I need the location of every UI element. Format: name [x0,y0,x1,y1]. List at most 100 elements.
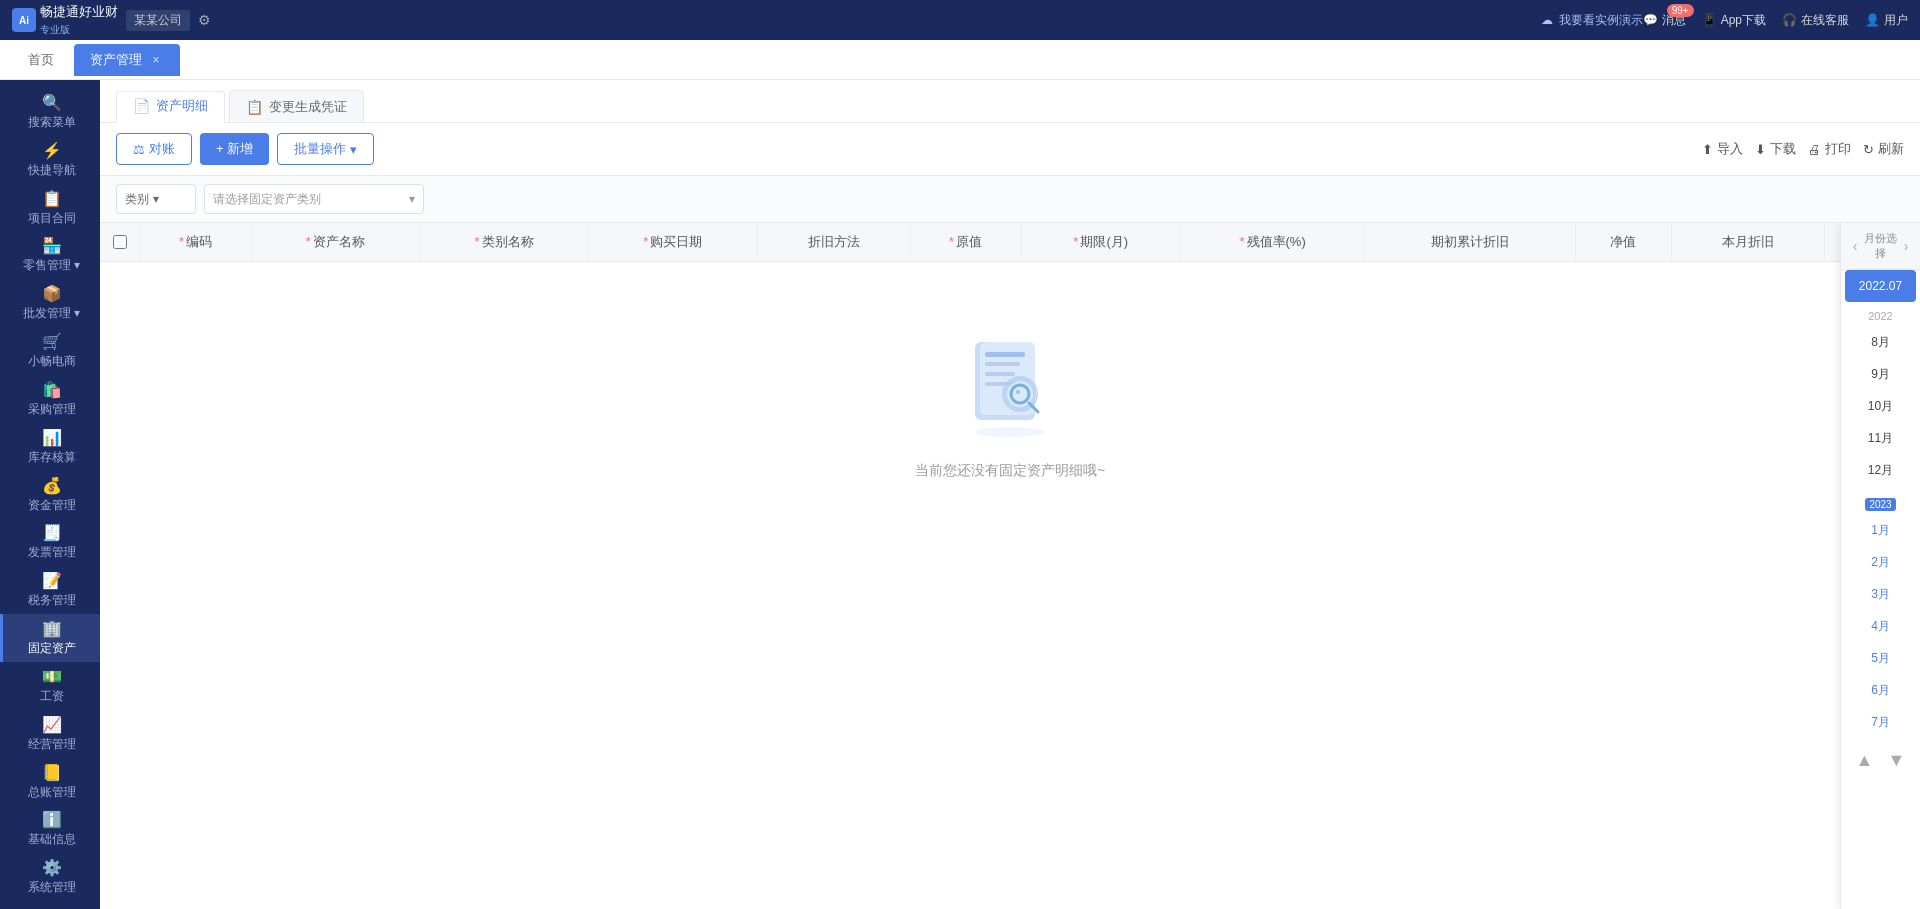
month-item-2023-7[interactable]: 7月 [1841,706,1920,738]
reconcile-button[interactable]: ⚖ 对账 [116,133,192,165]
add-label: + 新增 [216,140,253,158]
th-residual-rate: *残值率(%) [1180,223,1365,262]
sub-tab-asset-detail[interactable]: 📄 资产明细 [116,91,225,123]
svg-point-11 [1016,390,1020,394]
sidebar-item-project[interactable]: 📋 项目合同 [0,184,100,232]
month-next-btn[interactable]: › [1898,236,1914,256]
print-action[interactable]: 🖨 打印 [1808,140,1851,158]
sidebar-item-search[interactable]: 🔍 搜索菜单 [0,88,100,136]
sidebar-item-inner-tax: 📝 税务管理 [28,571,76,609]
tab-home[interactable]: 首页 [12,44,70,76]
tab-bar: 首页 资产管理 × [0,40,1920,80]
app-download-btn[interactable]: 📱 App下载 [1702,12,1766,29]
sidebar-item-inner-quick-nav: ⚡ 快捷导航 [28,141,76,179]
current-year-badge: 2023 [1865,498,1895,511]
sidebar-label-retail: 零售管理 ▾ [23,257,80,274]
refresh-action[interactable]: ↻ 刷新 [1863,140,1904,158]
sidebar-item-wholesale[interactable]: 📦 批发管理 ▾ [0,279,100,327]
tab-asset-management[interactable]: 资产管理 × [74,44,180,76]
sidebar-item-ecommerce[interactable]: 🛒 小畅电商 [0,327,100,375]
sidebar-item-inner-wholesale: 📦 批发管理 ▾ [23,284,80,322]
filter-bar: 类别 ▾ 请选择固定资产类别 ▾ [100,176,1920,223]
month-item-2022-12[interactable]: 12月 [1841,454,1920,486]
sidebar-item-finance[interactable]: 💰 资金管理 [0,471,100,519]
sub-tab-change-voucher[interactable]: 📋 变更生成凭证 [229,90,364,122]
tab-close-icon[interactable]: × [148,52,164,68]
selected-month-text: 2022.07 [1859,279,1902,293]
online-service-btn[interactable]: 🎧 在线客服 [1782,12,1849,29]
company-name[interactable]: 某某公司 [126,10,190,31]
basic-info-icon: ℹ️ [42,810,62,829]
sidebar-item-inner-system: ⚙️ 系统管理 [28,858,76,896]
month-item-2022-11[interactable]: 11月 [1841,422,1920,454]
refresh-icon: ↻ [1863,142,1874,157]
top-bar-left: Ai 畅捷通好业财 专业版 某某公司 ⚙ [12,3,1541,37]
month-item-selected[interactable]: 2022.07 [1845,270,1916,302]
sidebar-item-fixed-asset[interactable]: 🏢 固定资产 [0,614,100,662]
sidebar-label-purchase: 采购管理 [28,401,76,418]
import-label: 导入 [1717,140,1743,158]
sub-tab-change-voucher-label: 变更生成凭证 [269,98,347,116]
table-container: *编码 *资产名称 *类别名称 *购买日期 折旧方法 *原值 *期限(月) *残… [100,223,1920,909]
sidebar-label-system: 系统管理 [28,879,76,896]
select-all-checkbox[interactable] [113,235,127,249]
sidebar-item-purchase[interactable]: 🛍️ 采购管理 [0,375,100,423]
month-item-2023-4[interactable]: 4月 [1841,610,1920,642]
sidebar-item-basic-info[interactable]: ℹ️ 基础信息 [0,805,100,853]
th-checkbox [100,223,140,262]
user-name: 用户 [1884,12,1908,29]
month-item-2023-3[interactable]: 3月 [1841,578,1920,610]
sidebar-item-system[interactable]: ⚙️ 系统管理 [0,853,100,901]
sidebar-item-general-ledger[interactable]: 📒 总账管理 [0,758,100,806]
download-action[interactable]: ⬇ 下载 [1755,140,1796,158]
month-item-2022-10[interactable]: 10月 [1841,390,1920,422]
sidebar-item-inner-retail: 🏪 零售管理 ▾ [23,236,80,274]
import-action[interactable]: ⬆ 导入 [1702,140,1743,158]
top-bar-right: 💬 消息 99+ 📱 App下载 🎧 在线客服 👤 用户 [1643,12,1908,29]
sidebar-item-operation[interactable]: 📈 经营管理 [0,710,100,758]
month-item-2022-8[interactable]: 8月 [1841,326,1920,358]
month-item-2023-2[interactable]: 2月 [1841,546,1920,578]
month-up-btn[interactable]: ▲ [1855,750,1875,770]
inventory-icon: 📊 [42,428,62,447]
batch-button[interactable]: 批量操作 ▾ [277,133,374,165]
settings-icon[interactable]: ⚙ [198,12,211,28]
company-area[interactable]: 某某公司 ⚙ [126,10,211,31]
th-code: *编码 [140,223,251,262]
search-menu-icon: 🔍 [42,93,62,112]
month-item-2023-5[interactable]: 5月 [1841,642,1920,674]
add-button[interactable]: + 新增 [200,133,269,165]
demo-text: 我要看实例演示 [1559,12,1643,29]
asset-tab-label: 资产管理 [90,51,142,69]
asset-table: *编码 *资产名称 *类别名称 *购买日期 折旧方法 *原值 *期限(月) *残… [100,223,1920,262]
category-input[interactable]: 请选择固定资产类别 ▾ [204,184,424,214]
asset-detail-icon: 📄 [133,98,150,114]
sidebar-item-invoice[interactable]: 🧾 发票管理 [0,518,100,566]
month-item-2023-6[interactable]: 6月 [1841,674,1920,706]
demo-link[interactable]: ☁ 我要看实例演示 [1541,12,1643,29]
sidebar-item-retail[interactable]: 🏪 零售管理 ▾ [0,231,100,279]
sidebar-item-inner-operation: 📈 经营管理 [28,715,76,753]
sidebar-item-inner-inventory: 📊 库存核算 [28,428,76,466]
month-prev-btn[interactable]: ‹ [1847,236,1863,256]
sidebar-label-ecommerce: 小畅电商 [28,353,76,370]
sidebar-item-tax[interactable]: 📝 税务管理 [0,566,100,614]
category-select[interactable]: 类别 ▾ [116,184,196,214]
print-icon: 🖨 [1808,142,1821,157]
sidebar-item-inner-purchase: 🛍️ 采购管理 [28,380,76,418]
month-down-btn[interactable]: ▼ [1887,750,1907,770]
sidebar-label-basic-info: 基础信息 [28,831,76,848]
ecommerce-icon: 🛒 [42,332,62,351]
month-item-2022-9[interactable]: 9月 [1841,358,1920,390]
sidebar-label-quick-nav: 快捷导航 [28,162,76,179]
sidebar-item-quick-nav[interactable]: ⚡ 快捷导航 [0,136,100,184]
user-avatar[interactable]: 👤 用户 [1865,12,1908,29]
toolbar-right: ⬆ 导入 ⬇ 下载 🖨 打印 ↻ 刷新 [1702,140,1904,158]
sidebar: 🔍 搜索菜单 ⚡ 快捷导航 📋 项目合同 🏪 零售管理 ▾ 📦 [0,80,100,909]
batch-label: 批量操作 [294,140,346,158]
month-item-2023-1[interactable]: 1月 [1841,514,1920,546]
sidebar-item-inventory[interactable]: 📊 库存核算 [0,423,100,471]
message-btn[interactable]: 💬 消息 99+ [1643,12,1686,29]
th-period: *期限(月) [1021,223,1180,262]
sidebar-item-salary[interactable]: 💵 工资 [0,662,100,710]
